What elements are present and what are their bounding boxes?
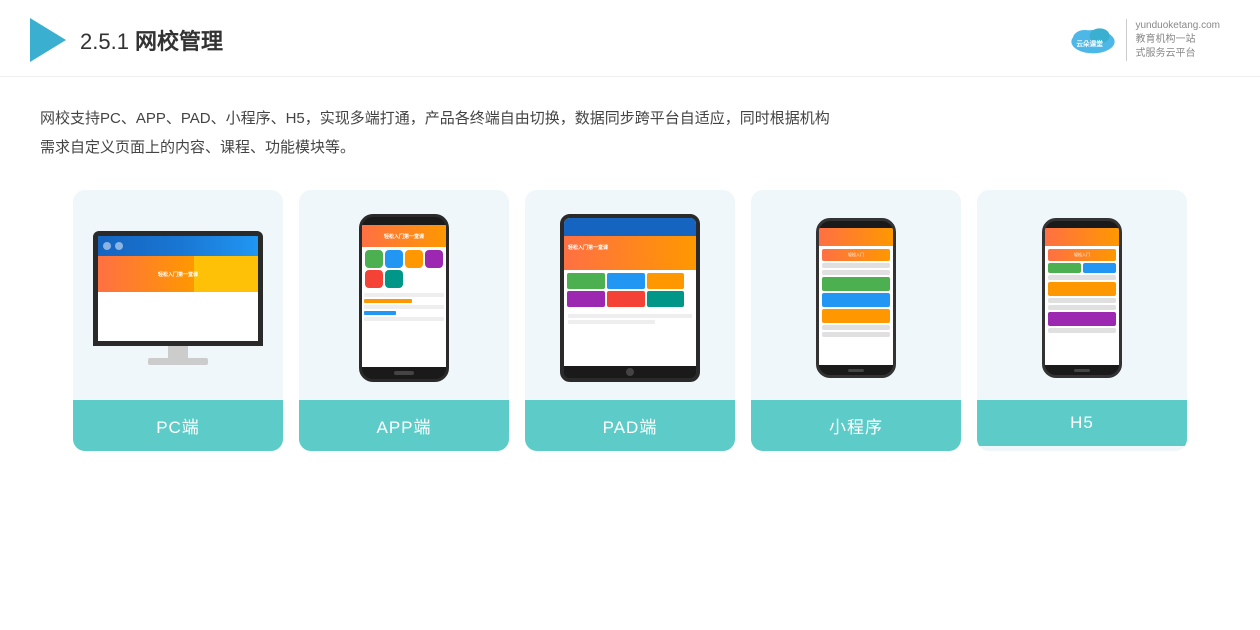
phone-mockup-app: 轻松入门第一堂课 — [359, 214, 449, 382]
card-pad: 轻松入门第一堂课 — [525, 190, 735, 451]
svg-text:云朵课堂: 云朵课堂 — [1077, 39, 1104, 48]
description-line1: 网校支持PC、APP、PAD、小程序、H5，实现多端打通，产品各终端自由切换，数… — [40, 105, 1220, 134]
card-pad-image: 轻松入门第一堂课 — [525, 190, 735, 400]
card-mini: 轻松入门 — [751, 190, 961, 451]
content: 网校支持PC、APP、PAD、小程序、H5，实现多端打通，产品各终端自由切换，数… — [0, 77, 1260, 471]
phone-notch — [389, 217, 419, 225]
ipad-screen: 轻松入门第一堂课 — [564, 218, 696, 366]
mini-phone-mini: 轻松入门 — [816, 218, 896, 378]
cloud-logo-icon: 云朵课堂 — [1068, 22, 1118, 58]
card-h5: 轻松入门 — [977, 190, 1187, 451]
header-right: 云朵课堂 yunduoketang.com 教育机构一站 式服务云平台 — [1068, 19, 1220, 61]
card-pc-image: 轻松入门第一堂课 — [73, 190, 283, 400]
card-h5-label: H5 — [977, 400, 1187, 446]
brand-text: yunduoketang.com 教育机构一站 式服务云平台 — [1126, 19, 1220, 61]
mini-phone-notch — [843, 221, 869, 228]
card-app-label: APP端 — [299, 400, 509, 451]
card-app-image: 轻松入门第一堂课 — [299, 190, 509, 400]
page-title: 2.5.1 网校管理 — [80, 24, 223, 56]
card-pad-label: PAD端 — [525, 400, 735, 451]
cards-row: 轻松入门第一堂课 — [40, 190, 1220, 451]
header: 2.5.1 网校管理 云朵课堂 yunduoketang.com 教育机构一站 … — [0, 0, 1260, 77]
mini-phone-h5-screen: 轻松入门 — [1045, 228, 1119, 365]
card-mini-label: 小程序 — [751, 400, 961, 451]
mini-phone-h5: 轻松入门 — [1042, 218, 1122, 378]
card-pc-label: PC端 — [73, 400, 283, 451]
description: 网校支持PC、APP、PAD、小程序、H5，实现多端打通，产品各终端自由切换，数… — [40, 105, 1220, 162]
card-mini-image: 轻松入门 — [751, 190, 961, 400]
phone-screen: 轻松入门第一堂课 — [362, 225, 446, 367]
header-left: 2.5.1 网校管理 — [30, 18, 223, 62]
card-app: 轻松入门第一堂课 — [299, 190, 509, 451]
card-pc: 轻松入门第一堂课 — [73, 190, 283, 451]
mini-phone-screen: 轻松入门 — [819, 228, 893, 365]
mini-phone-h5-notch — [1069, 221, 1095, 228]
card-h5-image: 轻松入门 — [977, 190, 1187, 400]
logo-triangle-icon — [30, 18, 66, 62]
pc-monitor-icon: 轻松入门第一堂课 — [93, 231, 263, 365]
page: 2.5.1 网校管理 云朵课堂 yunduoketang.com 教育机构一站 … — [0, 0, 1260, 630]
description-line2: 需求自定义页面上的内容、课程、功能模块等。 — [40, 134, 1220, 163]
brand-logo: 云朵课堂 yunduoketang.com 教育机构一站 式服务云平台 — [1068, 19, 1220, 61]
ipad-mockup: 轻松入门第一堂课 — [560, 214, 700, 382]
